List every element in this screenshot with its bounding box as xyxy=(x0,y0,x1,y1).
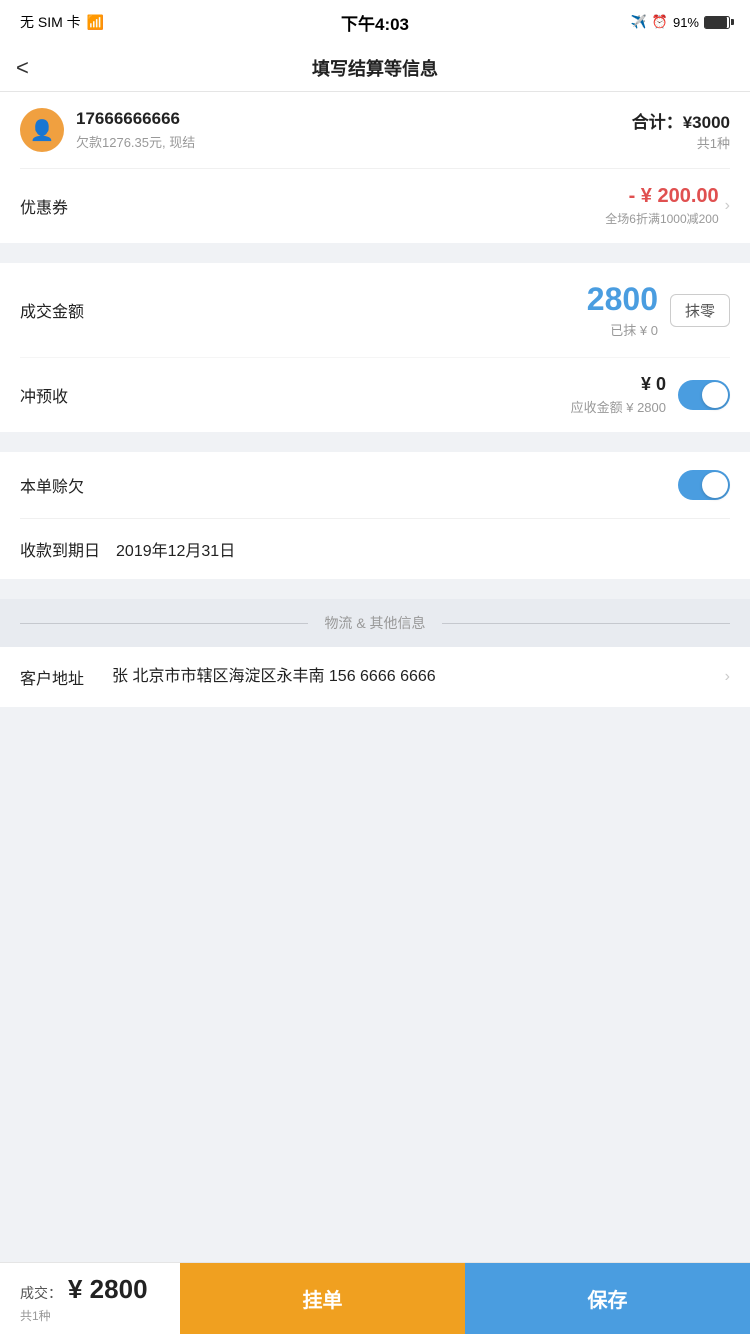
toggle-knob xyxy=(702,382,728,408)
coupon-row[interactable]: 优惠券 - ¥ 200.00 全场6折满1000减200 › xyxy=(20,169,730,243)
coupon-chevron-icon: › xyxy=(725,197,730,215)
customer-left: 👤 17666666666 欠款1276.35元, 现结 xyxy=(20,108,195,152)
amount-value: 2800 xyxy=(587,281,658,318)
address-label: 客户地址 xyxy=(20,665,100,689)
customer-row[interactable]: 👤 17666666666 欠款1276.35元, 现结 合计：¥3000 共1… xyxy=(20,92,730,169)
prepay-right: ¥ 0 应收金额 ¥ 2800 xyxy=(571,374,730,416)
prepay-amount: ¥ 0 xyxy=(571,374,666,395)
amount-sub: 已抹 ¥ 0 xyxy=(587,320,658,339)
due-label: 收款到期日 xyxy=(20,537,100,561)
coupon-label: 优惠券 xyxy=(20,194,68,218)
save-button[interactable]: 保存 xyxy=(465,1263,750,1334)
status-right: ✈️ ⏰ 91% xyxy=(631,14,730,30)
gray-filler xyxy=(0,707,750,867)
bottom-summary: 成交： ¥ 2800 共1种 xyxy=(0,1274,180,1324)
debt-label: 本单赊欠 xyxy=(20,473,84,497)
status-left: 无 SIM 卡 📶 xyxy=(20,12,104,32)
amount-value-block: 2800 已抹 ¥ 0 xyxy=(587,281,658,339)
customer-debt: 欠款1276.35元, 现结 xyxy=(76,132,195,151)
address-chevron-icon: › xyxy=(725,668,730,686)
bottom-summary-label: 成交： xyxy=(20,1283,62,1303)
battery-percent: 91% xyxy=(673,15,699,30)
bottom-bar: 成交： ¥ 2800 共1种 挂单 保存 xyxy=(0,1262,750,1334)
bottom-actions: 挂单 保存 xyxy=(180,1263,750,1334)
coupon-right: - ¥ 200.00 全场6折满1000减200 › xyxy=(605,185,730,227)
address-value: 张 北京市市辖区海淀区永丰南 156 6666 6666 xyxy=(112,665,717,689)
carrier-text: 无 SIM 卡 xyxy=(20,12,81,32)
separator-3 xyxy=(0,589,750,599)
alarm-icon: ⏰ xyxy=(652,14,668,30)
bottom-spacer xyxy=(0,867,750,939)
due-date-row: 收款到期日 2019年12月31日 xyxy=(20,518,730,579)
divider-line-left xyxy=(20,623,308,624)
bottom-summary-amount: ¥ 2800 xyxy=(68,1274,148,1305)
hold-button[interactable]: 挂单 xyxy=(180,1263,465,1334)
nav-bar: < 填写结算等信息 xyxy=(0,44,750,92)
status-bar: 无 SIM 卡 📶 下午4:03 ✈️ ⏰ 91% xyxy=(0,0,750,44)
coupon-info: - ¥ 200.00 全场6折满1000减200 xyxy=(605,185,718,227)
back-button[interactable]: < xyxy=(16,55,29,81)
avatar: 👤 xyxy=(20,108,64,152)
wifi-icon: 📶 xyxy=(87,14,104,31)
amount-section: 成交金额 2800 已抹 ¥ 0 抹零 冲预收 ¥ 0 应收金额 ¥ 2800 xyxy=(0,263,750,432)
avatar-icon: 👤 xyxy=(30,118,55,143)
coupon-discount: - ¥ 200.00 xyxy=(605,185,718,208)
debt-toggle-knob xyxy=(702,472,728,498)
main-content: 👤 17666666666 欠款1276.35元, 现结 合计：¥3000 共1… xyxy=(0,92,750,939)
bottom-summary-count: 共1种 xyxy=(20,1307,160,1324)
due-value: 2019年12月31日 xyxy=(116,537,235,561)
prepay-value-block: ¥ 0 应收金额 ¥ 2800 xyxy=(571,374,666,416)
amount-row: 成交金额 2800 已抹 ¥ 0 抹零 xyxy=(20,263,730,358)
divider-text: 物流 & 其他信息 xyxy=(324,613,425,633)
customer-info: 17666666666 欠款1276.35元, 现结 xyxy=(76,109,195,151)
status-time: 下午4:03 xyxy=(341,10,409,35)
customer-phone: 17666666666 xyxy=(76,109,195,129)
round-button[interactable]: 抹零 xyxy=(670,294,730,327)
amount-right: 2800 已抹 ¥ 0 抹零 xyxy=(587,281,730,339)
debt-row: 本单赊欠 xyxy=(20,452,730,518)
prepay-sub: 应收金额 ¥ 2800 xyxy=(571,397,666,416)
page-title: 填写结算等信息 xyxy=(312,55,438,81)
customer-total: 合计：¥3000 共1种 xyxy=(632,108,730,152)
divider-line-right xyxy=(442,623,730,624)
battery-icon xyxy=(704,16,730,29)
divider-section: 物流 & 其他信息 xyxy=(0,599,750,647)
location-icon: ✈️ xyxy=(631,14,647,30)
prepay-label: 冲预收 xyxy=(20,383,68,407)
debt-section: 本单赊欠 收款到期日 2019年12月31日 xyxy=(0,452,750,579)
address-row[interactable]: 客户地址 张 北京市市辖区海淀区永丰南 156 6666 6666 › xyxy=(0,647,750,707)
coupon-desc: 全场6折满1000减200 xyxy=(605,210,718,227)
bottom-summary-top: 成交： ¥ 2800 xyxy=(20,1274,160,1305)
amount-label: 成交金额 xyxy=(20,298,84,322)
customer-section: 👤 17666666666 欠款1276.35元, 现结 合计：¥3000 共1… xyxy=(0,92,750,243)
separator-2 xyxy=(0,442,750,452)
separator-1 xyxy=(0,253,750,263)
total-count: 共1种 xyxy=(632,133,730,152)
total-amount: 合计：¥3000 xyxy=(632,108,730,133)
prepay-toggle[interactable] xyxy=(678,380,730,410)
prepay-row: 冲预收 ¥ 0 应收金额 ¥ 2800 xyxy=(20,358,730,432)
debt-toggle[interactable] xyxy=(678,470,730,500)
